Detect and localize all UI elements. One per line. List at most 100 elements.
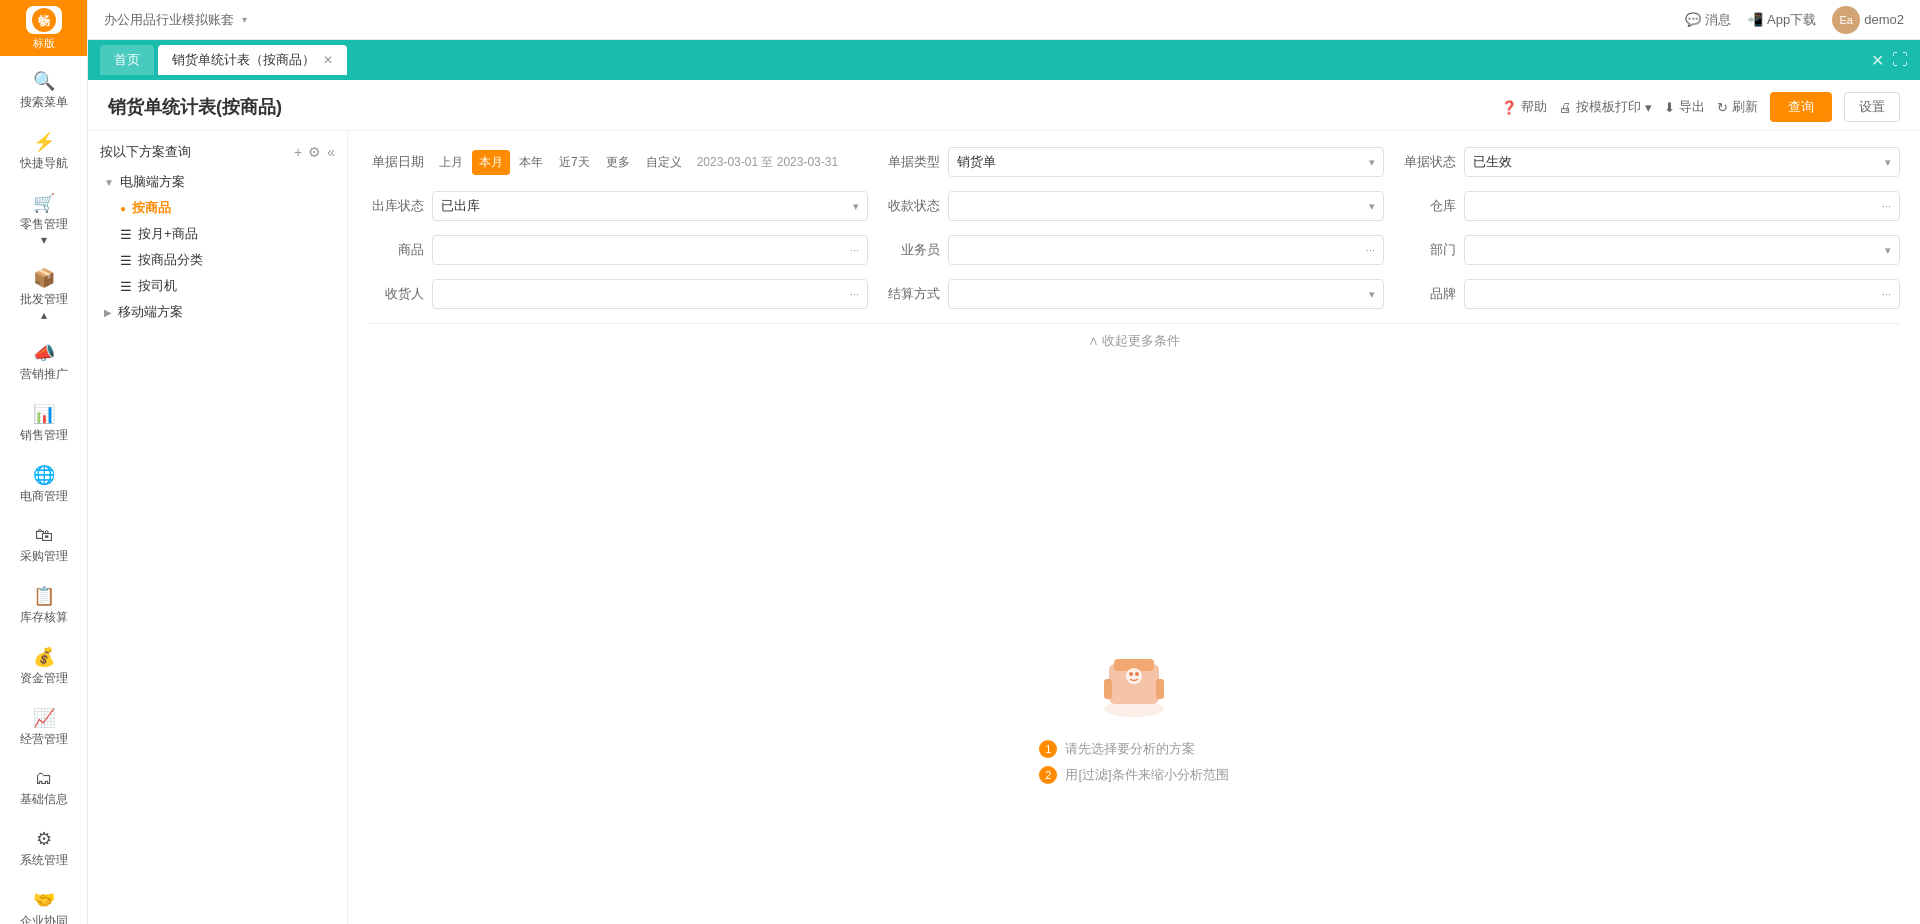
brand-more-icon[interactable]: ··· [1882,288,1891,300]
sidebar-item-search-label: 搜索菜单 [20,94,68,111]
sales-icon: 📊 [33,403,55,425]
sidebar-item-marketing[interactable]: 📣 营销推广 [0,332,87,393]
date-tab-lastmonth[interactable]: 上月 [432,150,470,175]
app-name: 办公用品行业模拟账套 [104,11,234,29]
user-btn[interactable]: Ea demo2 [1832,6,1904,34]
tree-item-pc[interactable]: ▼ 电脑端方案 [88,169,347,195]
status-value: 已生效 [1473,153,1512,171]
settlement-label: 结算方式 [884,285,940,303]
warehouse-dropdown-icon[interactable]: ▾ [853,200,859,213]
finance-icon: 💰 [33,646,55,668]
app-dropdown-icon[interactable]: ▾ [242,14,247,25]
sidebar: 畅 标版 🔍 搜索菜单 ⚡ 快捷导航 🛒 零售管理 ▾ 📦 批发管理 ▴ 📣 营… [0,0,88,924]
tree-item-by-goods[interactable]: ● 按商品 [88,195,347,221]
message-btn[interactable]: 💬 消息 [1685,11,1731,29]
sidebar-item-operation-label: 经营管理 [20,731,68,748]
goods-more-icon[interactable]: ··· [850,244,859,256]
sidebar-item-enterprise[interactable]: 🤝 企业协同 [0,879,87,924]
goods-field[interactable]: ··· [432,235,868,265]
sidebar-item-basic[interactable]: 🗂 基础信息 [0,758,87,818]
sidebar-menu: 🔍 搜索菜单 ⚡ 快捷导航 🛒 零售管理 ▾ 📦 批发管理 ▴ 📣 营销推广 📊… [0,56,87,924]
settings-button[interactable]: 设置 [1844,92,1900,122]
type-field[interactable]: 销货单 ▾ [948,147,1384,177]
sidebar-item-basic-label: 基础信息 [20,791,68,808]
brand-field[interactable]: ··· [1464,279,1900,309]
warehouse-field[interactable]: 已出库 ▾ [432,191,868,221]
sidebar-item-inventory[interactable]: 📋 库存核算 [0,575,87,636]
payment-dropdown-icon[interactable]: ▾ [1369,200,1375,213]
app-download-btn[interactable]: 📲 App下载 [1747,11,1816,29]
staff-field[interactable]: ··· [948,235,1384,265]
date-tab-thismonth[interactable]: 本月 [472,150,510,175]
chevron-down-icon: ▾ [41,233,47,247]
filter-row-2: 出库状态 已出库 ▾ 收款状态 ▾ [368,191,1900,221]
query-button[interactable]: 查询 [1770,92,1832,122]
settings-scheme-icon[interactable]: ⚙ [308,144,321,160]
tree-item-category[interactable]: ☰ 按商品分类 [88,247,347,273]
system-icon: ⚙ [36,828,52,850]
tree-item-mobile[interactable]: ▶ 移动端方案 [88,299,347,325]
tree-item-month-goods[interactable]: ☰ 按月+商品 [88,221,347,247]
help-label: 帮助 [1521,98,1547,116]
status-field[interactable]: 已生效 ▾ [1464,147,1900,177]
add-scheme-icon[interactable]: + [294,144,302,160]
tree-item-driver[interactable]: ☰ 按司机 [88,273,347,299]
export-btn[interactable]: ⬇ 导出 [1664,98,1705,116]
message-label: 消息 [1705,11,1731,29]
date-tab-custom[interactable]: 自定义 [639,150,689,175]
download-icon: 📲 [1747,12,1763,27]
date-tab-7days[interactable]: 近7天 [552,150,597,175]
type-dropdown-icon[interactable]: ▾ [1369,156,1375,169]
tree-item-pc-label: 电脑端方案 [120,173,185,191]
tab-report[interactable]: 销货单统计表（按商品） ✕ [158,45,347,75]
sidebar-item-system[interactable]: ⚙ 系统管理 [0,818,87,879]
help-btn[interactable]: ❓ 帮助 [1501,98,1547,116]
print-dropdown-icon[interactable]: ▾ [1645,100,1652,115]
settlement-dropdown-icon[interactable]: ▾ [1369,288,1375,301]
dept-dropdown-icon[interactable]: ▾ [1885,244,1891,257]
tree-collapse-icon: ▶ [104,307,112,318]
filter-item-warehouse: 出库状态 已出库 ▾ [368,191,868,221]
close-window-icon[interactable]: ✕ [1871,51,1884,70]
sidebar-item-search[interactable]: 🔍 搜索菜单 [0,60,87,121]
refresh-btn[interactable]: ↻ 刷新 [1717,98,1758,116]
date-tab-thisyear[interactable]: 本年 [512,150,550,175]
sidebar-item-operation[interactable]: 📈 经营管理 [0,697,87,758]
staff-more-icon[interactable]: ··· [1366,244,1375,256]
collapse-bar[interactable]: ∧ 收起更多条件 [368,323,1900,358]
tab-bar: 首页 销货单统计表（按商品） ✕ ✕ ⛶ [88,40,1920,80]
store-field[interactable]: ··· [1464,191,1900,221]
tab-close-icon[interactable]: ✕ [323,53,333,67]
sidebar-item-wholesale[interactable]: 📦 批发管理 ▴ [0,257,87,332]
tree-icon-driver: ☰ [120,279,132,294]
message-icon: 💬 [1685,12,1701,27]
status-dropdown-icon[interactable]: ▾ [1885,156,1891,169]
sidebar-item-quicknav[interactable]: ⚡ 快捷导航 [0,121,87,182]
sidebar-item-retail[interactable]: 🛒 零售管理 ▾ [0,182,87,257]
warehouse-label: 出库状态 [368,197,424,215]
store-more-icon[interactable]: ··· [1882,200,1891,212]
receiver-more-icon[interactable]: ··· [850,288,859,300]
dept-field[interactable]: ▾ [1464,235,1900,265]
receiver-field[interactable]: ··· [432,279,868,309]
tab-home[interactable]: 首页 [100,45,154,75]
sidebar-item-wholesale-label: 批发管理 [20,291,68,308]
tree-icon-category: ☰ [120,253,132,268]
sidebar-item-finance[interactable]: 💰 资金管理 [0,636,87,697]
collapse-sidebar-icon[interactable]: « [327,144,335,160]
template-print-btn[interactable]: 🖨 按模板打印 ▾ [1559,98,1652,116]
filter-tree: ▼ 电脑端方案 ● 按商品 ☰ 按月+商品 ☰ [88,169,347,325]
sidebar-item-sales[interactable]: 📊 销售管理 [0,393,87,454]
sidebar-item-inventory-label: 库存核算 [20,609,68,626]
payment-field[interactable]: ▾ [948,191,1384,221]
sidebar-item-purchase[interactable]: 🛍 采购管理 [0,515,87,575]
date-tab-more[interactable]: 更多 [599,150,637,175]
search-icon: 🔍 [33,70,55,92]
sidebar-item-sales-label: 销售管理 [20,427,68,444]
tree-item-driver-label: 按司机 [138,277,177,295]
settlement-field[interactable]: ▾ [948,279,1384,309]
sidebar-item-ecommerce[interactable]: 🌐 电商管理 [0,454,87,515]
export-label: 导出 [1679,98,1705,116]
avatar: Ea [1832,6,1860,34]
maximize-icon[interactable]: ⛶ [1892,51,1908,69]
